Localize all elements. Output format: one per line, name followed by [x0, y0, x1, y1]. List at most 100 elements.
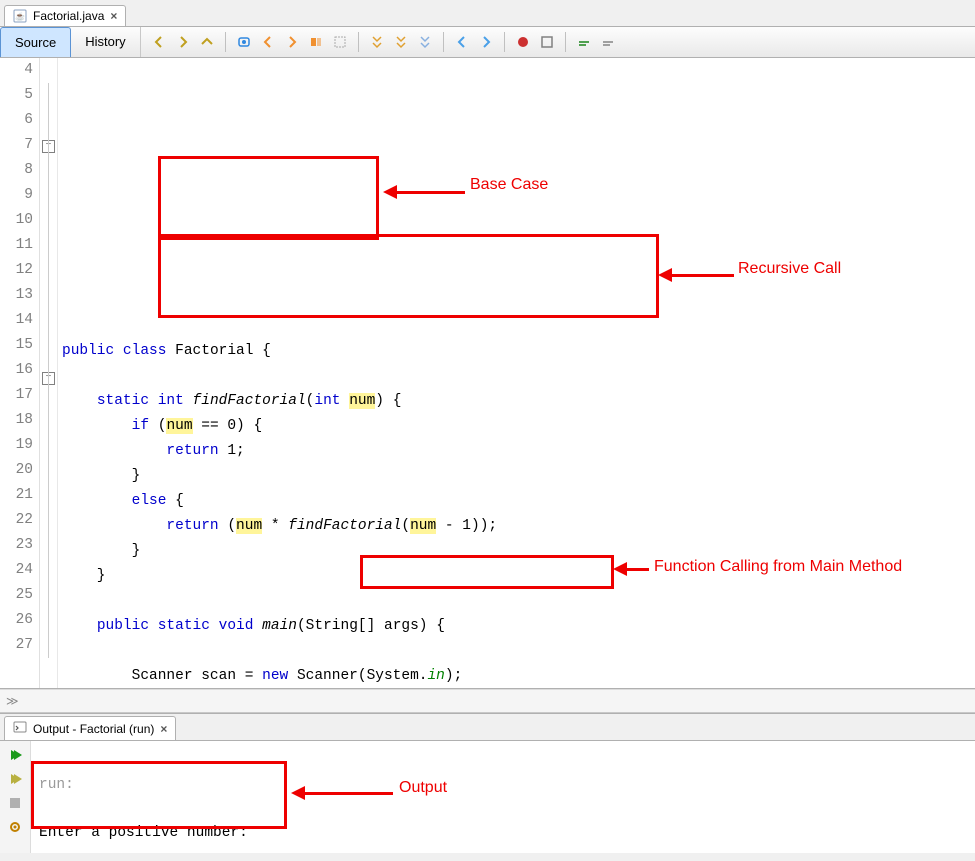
code-line[interactable]: return 1;: [58, 439, 975, 464]
highlight-icon[interactable]: [234, 32, 254, 52]
toolbar-separator: [443, 32, 444, 52]
annotation-box-recursive-call: [158, 234, 659, 318]
tab-source[interactable]: Source: [0, 27, 71, 57]
line-number: 17: [0, 383, 33, 408]
code-line[interactable]: Scanner scan = new Scanner(System.in);: [58, 664, 975, 688]
annotation-box-base-case: [158, 156, 379, 240]
bookmark-toggle-icon[interactable]: [415, 32, 435, 52]
code-line[interactable]: [58, 364, 975, 389]
line-number: 18: [0, 408, 33, 433]
bookmark-prev-icon[interactable]: [367, 32, 387, 52]
line-number: 21: [0, 483, 33, 508]
line-number: 10: [0, 208, 33, 233]
toolbar-icons: [141, 32, 618, 52]
code-line[interactable]: public class Factorial {: [58, 339, 975, 364]
output-tab[interactable]: Output - Factorial (run) ×: [4, 716, 176, 740]
stop-output-icon[interactable]: [5, 793, 25, 813]
uncomment-icon[interactable]: [598, 32, 618, 52]
line-number: 25: [0, 583, 33, 608]
annotation-label-output: Output: [399, 779, 447, 797]
file-tab-label: Factorial.java: [33, 9, 104, 23]
editor-breadcrumb[interactable]: ≫: [0, 689, 975, 713]
output-tab-bar: Output - Factorial (run) ×: [0, 714, 975, 741]
close-icon[interactable]: ×: [160, 722, 167, 736]
line-number: 15: [0, 333, 33, 358]
svg-text:☕: ☕: [15, 11, 25, 22]
line-number: 7: [0, 133, 33, 158]
code-editor[interactable]: 4567891011121314151617181920212223242526…: [0, 58, 975, 689]
settings-icon[interactable]: [5, 817, 25, 837]
fold-cell: [40, 58, 57, 83]
line-number: 13: [0, 283, 33, 308]
annotation-label-base-case: Base Case: [470, 176, 548, 194]
select-rect-icon[interactable]: [330, 32, 350, 52]
forward-icon[interactable]: [173, 32, 193, 52]
output-console[interactable]: run: Enter a positive number: 6 Factoria…: [31, 741, 975, 853]
line-number: 11: [0, 233, 33, 258]
record-macro-icon[interactable]: [513, 32, 533, 52]
editor-file-tab[interactable]: ☕ Factorial.java ×: [4, 5, 126, 26]
fold-guide-line: [48, 83, 49, 658]
view-tabs: Source History: [0, 27, 141, 57]
line-number: 5: [0, 83, 33, 108]
code-line[interactable]: }: [58, 464, 975, 489]
arrow-icon: [658, 268, 734, 282]
chevron-right-icon: ≫: [6, 694, 19, 709]
arrow-icon: [383, 185, 465, 199]
line-number: 23: [0, 533, 33, 558]
code-line[interactable]: [58, 314, 975, 339]
comment-icon[interactable]: [574, 32, 594, 52]
block-group-icon[interactable]: [306, 32, 326, 52]
toolbar-separator: [565, 32, 566, 52]
shift-left-icon[interactable]: [452, 32, 472, 52]
output-side-toolbar: [0, 741, 31, 853]
annotation-box-output: [31, 761, 287, 829]
run-icon[interactable]: [5, 769, 25, 789]
line-number: 26: [0, 608, 33, 633]
line-number: 4: [0, 58, 33, 83]
line-number: 19: [0, 433, 33, 458]
code-line[interactable]: else {: [58, 489, 975, 514]
annotation-label-fn-call: Function Calling from Main Method: [654, 558, 902, 576]
line-number: 20: [0, 458, 33, 483]
line-number: 8: [0, 158, 33, 183]
block-left-icon[interactable]: [258, 32, 278, 52]
toolbar-separator: [225, 32, 226, 52]
line-number: 22: [0, 508, 33, 533]
rerun-icon[interactable]: [5, 745, 25, 765]
editor-toolbar: Source History: [0, 27, 975, 58]
code-area[interactable]: Base Case Recursive Call Function Callin…: [58, 58, 975, 688]
line-number: 16: [0, 358, 33, 383]
code-line[interactable]: return (num * findFactorial(num - 1));: [58, 514, 975, 539]
file-tab-bar: ☕ Factorial.java ×: [0, 0, 975, 27]
block-right-icon[interactable]: [282, 32, 302, 52]
shift-right-icon[interactable]: [476, 32, 496, 52]
toolbar-separator: [504, 32, 505, 52]
up-icon[interactable]: [197, 32, 217, 52]
line-number: 14: [0, 308, 33, 333]
bookmark-next-icon[interactable]: [391, 32, 411, 52]
code-line[interactable]: public static void main(String[] args) {: [58, 614, 975, 639]
output-panel: Output - Factorial (run) × run: Enter a …: [0, 713, 975, 853]
close-icon[interactable]: ×: [110, 9, 117, 23]
line-number: 6: [0, 108, 33, 133]
code-line[interactable]: if (num == 0) {: [58, 414, 975, 439]
java-file-icon: ☕: [13, 9, 27, 23]
back-icon[interactable]: [149, 32, 169, 52]
annotation-label-recursive-call: Recursive Call: [738, 260, 841, 278]
code-line[interactable]: static int findFactorial(int num) {: [58, 389, 975, 414]
line-number: 12: [0, 258, 33, 283]
line-number: 27: [0, 633, 33, 658]
output-run-label: run:: [39, 777, 967, 793]
line-number: 24: [0, 558, 33, 583]
toolbar-separator: [358, 32, 359, 52]
line-number-gutter: 4567891011121314151617181920212223242526…: [0, 58, 40, 688]
output-line: Enter a positive number:: [39, 825, 967, 841]
code-line[interactable]: [58, 589, 975, 614]
stop-macro-icon[interactable]: [537, 32, 557, 52]
code-line[interactable]: [58, 639, 975, 664]
output-body: run: Enter a positive number: 6 Factoria…: [0, 741, 975, 853]
fold-column: −−: [40, 58, 58, 688]
tab-history[interactable]: History: [71, 27, 140, 57]
line-number: 9: [0, 183, 33, 208]
